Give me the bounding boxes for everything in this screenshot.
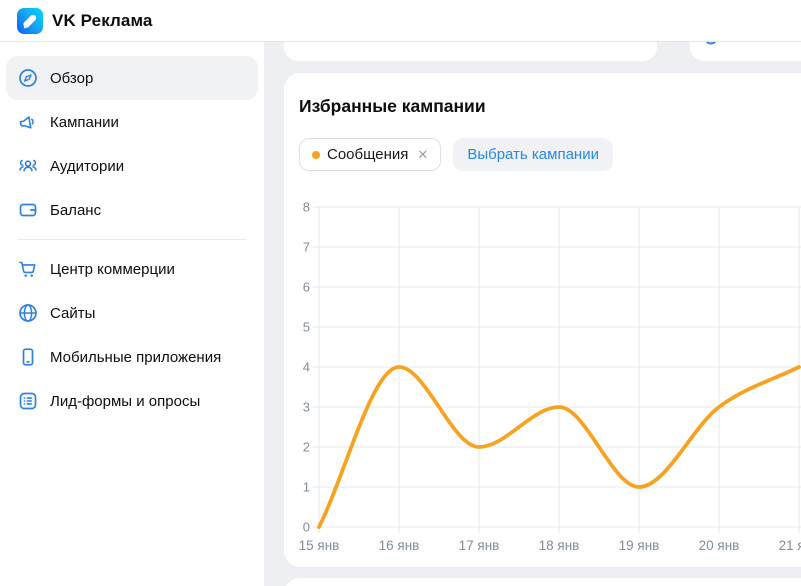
megaphone-icon [17,111,39,133]
sidebar-item-label: Мобильные приложения [50,348,222,366]
sidebar-item-cart[interactable]: Центр коммерции [6,247,258,291]
sidebar: Обзор Кампании Аудитории Баланс Центр коммер… [0,42,264,586]
top-bar: VK Реклама [0,0,801,42]
globe-icon [17,302,39,324]
next-card-partial [284,578,801,586]
leadforms-icon [17,390,39,412]
sidebar-divider [18,239,246,240]
x-axis-tick-label: 15 янв [299,538,340,553]
campaigns-line-chart[interactable]: 0 1 2 3 4 5 6 7 8 15 янв 16 янв 17 янв 18 янв 19 янв 2… [284,73,801,567]
sidebar-item-compass[interactable]: Обзор [6,56,258,100]
sidebar-item-megaphone[interactable]: Кампании [6,100,258,144]
x-axis-tick-label: 20 янв [699,538,740,553]
sidebar-item-mobile[interactable]: Мобильные приложения [6,335,258,379]
sidebar-item-leadforms[interactable]: Лид-формы и опросы [6,379,258,423]
vk-ads-app: VK Реклама Обзор Кампании Аудитории Баланс Ц… [0,0,801,586]
top-right-card-partial [690,38,801,61]
content-area: Избранные кампании Сообщения ✕ Выбрать к… [264,38,801,586]
sidebar-item-label: Лид-формы и опросы [50,392,201,410]
mobile-icon [17,346,39,368]
compass-icon [17,67,39,89]
x-axis-tick-label: 17 янв [459,538,500,553]
x-axis-tick-label: 21 янв [779,538,801,553]
top-card-partial [284,42,657,61]
y-axis-tick-label: 3 [303,400,310,415]
sidebar-item-audience[interactable]: Аудитории [6,144,258,188]
cart-icon [17,258,39,280]
sidebar-item-globe[interactable]: Сайты [6,291,258,335]
wallet-icon [17,199,39,221]
x-axis-tick-label: 18 янв [539,538,580,553]
x-axis-tick-label: 16 янв [379,538,420,553]
sidebar-item-label: Аудитории [50,157,125,175]
vk-ads-logo[interactable]: VK Реклама [17,7,153,34]
y-axis-tick-label: 1 [303,480,310,495]
y-axis-tick-label: 0 [303,520,310,535]
sidebar-item-label: Обзор [50,69,94,87]
sidebar-item-label: Кампании [50,113,119,131]
favorites-campaigns-card: Избранные кампании Сообщения ✕ Выбрать к… [284,73,801,567]
y-axis-tick-label: 5 [303,320,310,335]
sidebar-item-label: Сайты [50,304,96,322]
x-axis-tick-label: 19 янв [619,538,660,553]
sidebar-item-wallet[interactable]: Баланс [6,188,258,232]
sidebar-item-label: Баланс [50,201,102,219]
y-axis-tick-label: 8 [303,200,310,215]
y-axis-tick-label: 4 [303,360,310,375]
sidebar-item-label: Центр коммерции [50,260,175,278]
y-axis-tick-label: 2 [303,440,310,455]
brand-name: VK Реклама [52,10,153,30]
audience-icon [17,155,39,177]
vk-ads-logo-icon [17,7,43,34]
y-axis-tick-label: 6 [303,280,310,295]
y-axis-tick-label: 7 [303,240,310,255]
sidebar-nav: Обзор Кампании Аудитории Баланс Центр коммер… [0,42,264,423]
